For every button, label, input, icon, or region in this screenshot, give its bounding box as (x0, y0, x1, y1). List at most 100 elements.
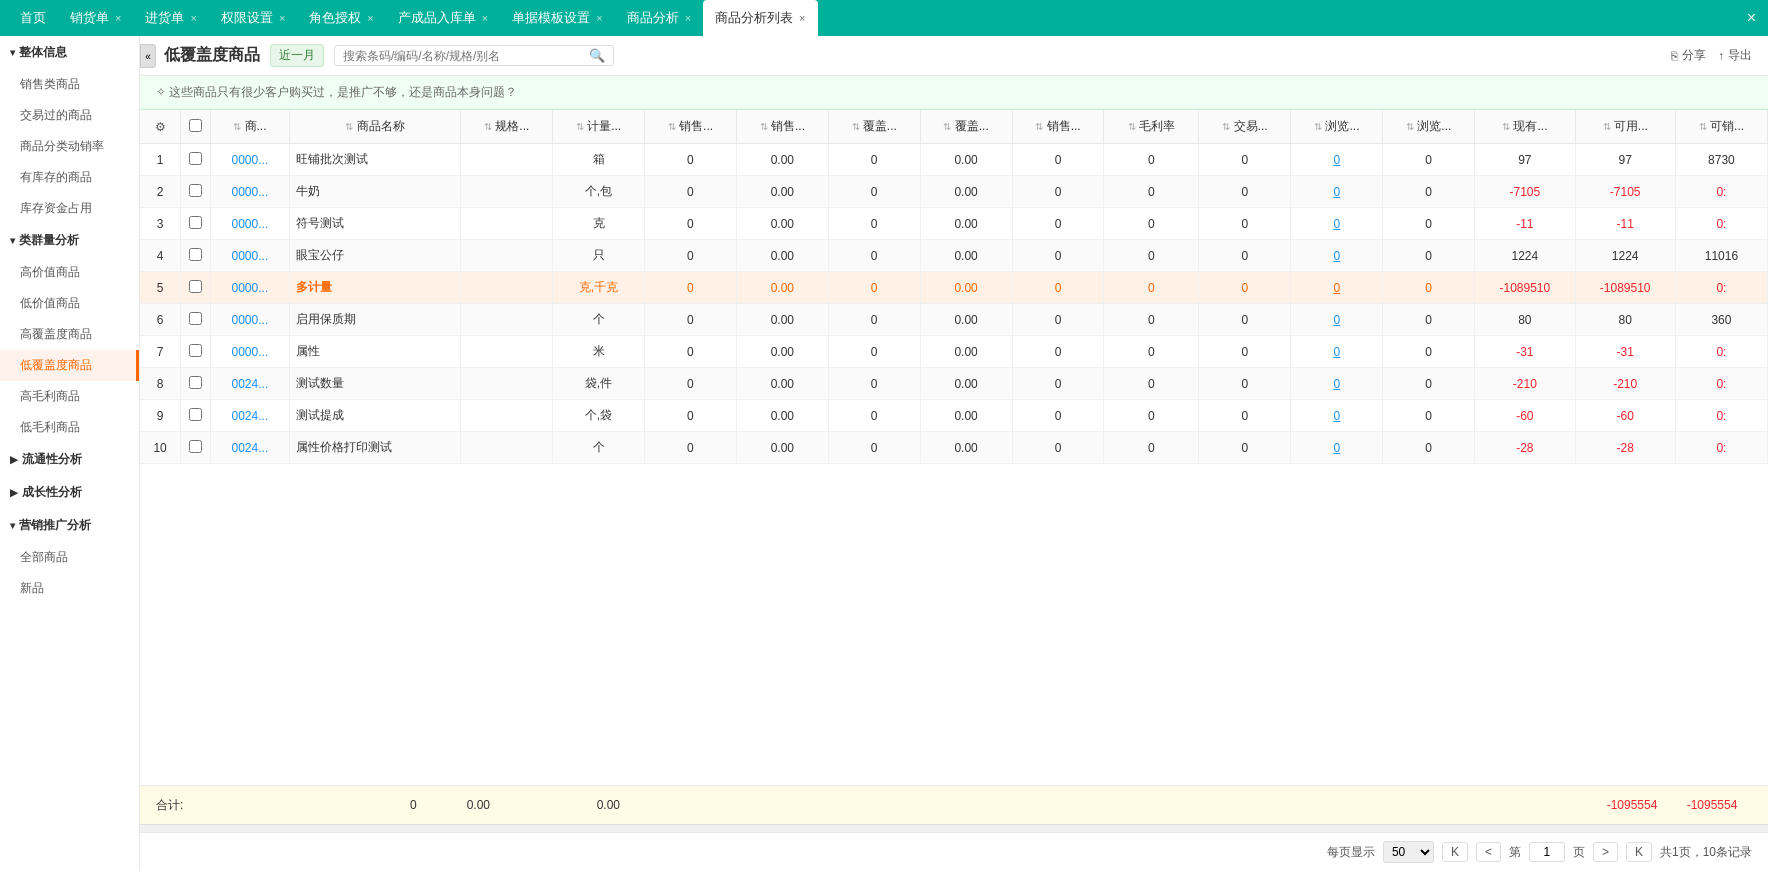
cell-saleable: 0: (1675, 432, 1767, 464)
cell-browse1[interactable]: 0 (1291, 144, 1383, 176)
horizontal-scrollbar[interactable] (140, 824, 1768, 832)
cell-code: 0000... (211, 272, 289, 304)
cell-name: 旺铺批次测试 (289, 144, 461, 176)
cell-browse1[interactable]: 0 (1291, 272, 1383, 304)
th-checkbox[interactable] (181, 110, 211, 144)
cell-name: 测试提成 (289, 400, 461, 432)
cell-checkbox[interactable] (181, 304, 211, 336)
row-checkbox[interactable] (189, 280, 202, 293)
row-checkbox[interactable] (189, 216, 202, 229)
sidebar-item-high-coverage[interactable]: 高覆盖度商品 (0, 319, 139, 350)
sidebar-item-in-stock[interactable]: 有库存的商品 (0, 162, 139, 193)
nav-product-analysis-list[interactable]: 商品分析列表 × (703, 0, 817, 36)
select-all-checkbox[interactable] (189, 119, 202, 132)
cell-browse1[interactable]: 0 (1291, 432, 1383, 464)
sidebar-item-low-coverage[interactable]: 低覆盖度商品 (0, 350, 139, 381)
last-page-btn[interactable]: K (1626, 842, 1652, 862)
share-button[interactable]: ⎘ 分享 (1671, 47, 1706, 64)
cell-code: 0024... (211, 368, 289, 400)
sidebar-item-traded-products[interactable]: 交易过的商品 (0, 100, 139, 131)
cell-sales1: 0 (644, 400, 736, 432)
cell-name: 眼宝公仔 (289, 240, 461, 272)
sidebar-section-cluster[interactable]: ▾ 类群量分析 (0, 224, 139, 257)
nav-template-settings[interactable]: 单据模板设置 × (500, 0, 614, 36)
row-checkbox[interactable] (189, 408, 202, 421)
th-code: ⇅ 商... (211, 110, 289, 144)
settings-icon[interactable]: ⚙ (155, 120, 166, 134)
cell-checkbox[interactable] (181, 336, 211, 368)
cell-checkbox[interactable] (181, 368, 211, 400)
export-button[interactable]: ↑ 导出 (1718, 47, 1752, 64)
nav-sales-order[interactable]: 销货单 × (58, 0, 133, 36)
cell-browse1[interactable]: 0 (1291, 240, 1383, 272)
row-checkbox[interactable] (189, 152, 202, 165)
cell-checkbox[interactable] (181, 272, 211, 304)
nav-close-product-analysis-list[interactable]: × (799, 0, 805, 36)
page-size-select[interactable]: 50 100 200 (1383, 841, 1434, 863)
next-page-btn[interactable]: > (1593, 842, 1618, 862)
sidebar-section-growth[interactable]: ▶ 成长性分析 (0, 476, 139, 509)
sidebar-section-flow[interactable]: ▶ 流通性分析 (0, 443, 139, 476)
sidebar-item-low-margin[interactable]: 低毛利商品 (0, 412, 139, 443)
cell-browse1[interactable]: 0 (1291, 336, 1383, 368)
date-filter-button[interactable]: 近一月 (270, 44, 324, 67)
sidebar-item-all-products[interactable]: 全部商品 (0, 542, 139, 573)
cell-checkbox[interactable] (181, 176, 211, 208)
page-number-input[interactable] (1529, 842, 1565, 862)
nav-roles[interactable]: 角色授权 × (297, 0, 385, 36)
th-settings[interactable]: ⚙ (140, 110, 181, 144)
cell-checkbox[interactable] (181, 432, 211, 464)
sidebar-section-marketing[interactable]: ▾ 营销推广分析 (0, 509, 139, 542)
nav-permissions[interactable]: 权限设置 × (209, 0, 297, 36)
nav-home[interactable]: 首页 (8, 0, 58, 36)
prev-page-btn[interactable]: < (1476, 842, 1501, 862)
row-checkbox[interactable] (189, 376, 202, 389)
sidebar-item-high-margin[interactable]: 高毛利商品 (0, 381, 139, 412)
nav-close-purchase-order[interactable]: × (190, 0, 196, 36)
nav-close-permissions[interactable]: × (279, 0, 285, 36)
row-checkbox[interactable] (189, 184, 202, 197)
cell-unit: 克 (553, 208, 645, 240)
nav-product-analysis[interactable]: 商品分析 × (615, 0, 703, 36)
cell-browse1[interactable]: 0 (1291, 176, 1383, 208)
nav-close-product-analysis[interactable]: × (685, 0, 691, 36)
nav-product-instock[interactable]: 产成品入库单 × (386, 0, 500, 36)
cell-browse1[interactable]: 0 (1291, 368, 1383, 400)
cell-saleable: 0: (1675, 336, 1767, 368)
cell-checkbox[interactable] (181, 240, 211, 272)
row-checkbox[interactable] (189, 248, 202, 261)
sidebar-item-category-rate[interactable]: 商品分类动销率 (0, 131, 139, 162)
row-checkbox[interactable] (189, 440, 202, 453)
nav-close-sales-order[interactable]: × (115, 0, 121, 36)
sidebar-item-capital[interactable]: 库存资金占用 (0, 193, 139, 224)
first-page-btn[interactable]: K (1442, 842, 1468, 862)
search-icon[interactable]: 🔍 (589, 48, 605, 63)
cell-no: 6 (140, 304, 181, 336)
cell-browse1[interactable]: 0 (1291, 400, 1383, 432)
search-input[interactable] (343, 49, 589, 63)
cell-checkbox[interactable] (181, 144, 211, 176)
sidebar-item-sales-products[interactable]: 销售类商品 (0, 69, 139, 100)
share-label: 分享 (1682, 47, 1706, 64)
row-checkbox[interactable] (189, 312, 202, 325)
cell-unit: 箱 (553, 144, 645, 176)
cell-checkbox[interactable] (181, 208, 211, 240)
cell-browse1[interactable]: 0 (1291, 304, 1383, 336)
cell-browse1[interactable]: 0 (1291, 208, 1383, 240)
sidebar-section-overall[interactable]: ▾ 整体信息 (0, 36, 139, 69)
nav-close-template-settings[interactable]: × (596, 0, 602, 36)
row-checkbox[interactable] (189, 344, 202, 357)
nav-close-roles[interactable]: × (367, 0, 373, 36)
cell-code: 0024... (211, 400, 289, 432)
cell-current: -1089510 (1475, 272, 1575, 304)
sidebar-item-low-value[interactable]: 低价值商品 (0, 288, 139, 319)
cell-spec (461, 144, 553, 176)
sidebar-item-new-products[interactable]: 新品 (0, 573, 139, 604)
close-all-tabs[interactable]: × (1747, 9, 1756, 27)
cell-cover1: 0 (828, 336, 920, 368)
nav-purchase-order[interactable]: 进货单 × (133, 0, 208, 36)
nav-close-product-instock[interactable]: × (482, 0, 488, 36)
cell-checkbox[interactable] (181, 400, 211, 432)
sidebar-item-high-value[interactable]: 高价值商品 (0, 257, 139, 288)
collapse-sidebar-btn[interactable]: « (140, 44, 156, 68)
